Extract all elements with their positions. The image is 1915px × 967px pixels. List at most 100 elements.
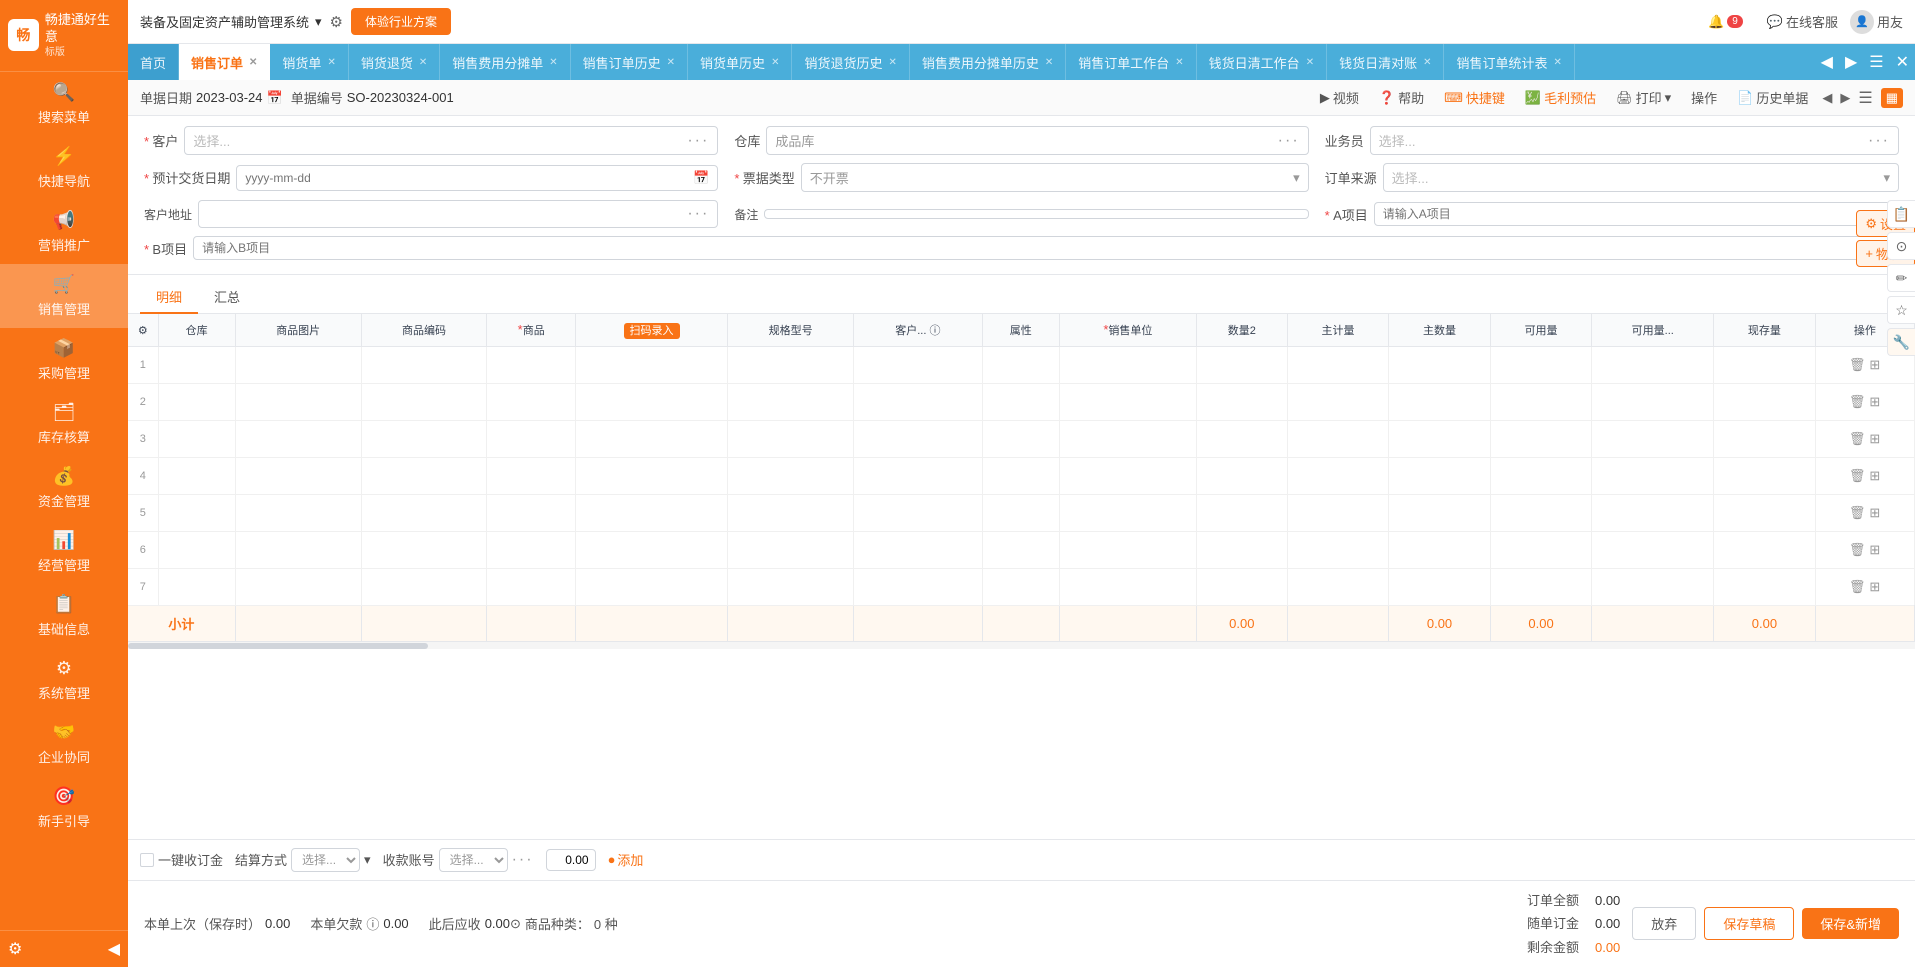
col-scan[interactable]: 扫码录入	[575, 314, 727, 347]
row-product[interactable]	[487, 347, 575, 384]
invoice-type-input[interactable]: 不开票 ▾	[801, 163, 1309, 192]
save-draft-btn[interactable]: 保存草稿	[1704, 907, 1794, 940]
customer-expand-icon[interactable]: ···	[687, 132, 709, 150]
tab-prev-icon[interactable]: ◀	[1815, 52, 1839, 72]
copy-icon[interactable]: ⊞	[1869, 357, 1880, 373]
tab-home[interactable]: 首页	[128, 44, 179, 80]
collapse-icon[interactable]: ◀	[108, 939, 120, 959]
scrollbar-thumb[interactable]	[128, 643, 428, 649]
sidebar-item-collab[interactable]: 🤝 企业协同	[0, 712, 128, 776]
help-btn[interactable]: ❓ 帮助	[1373, 86, 1430, 109]
add-deposit-btn[interactable]: ● 添加	[608, 850, 644, 869]
tab-close-icon[interactable]: ✕	[888, 57, 896, 68]
salesperson-expand-icon[interactable]: ···	[1868, 132, 1890, 150]
tab-sales-slip[interactable]: 销货单 ✕	[270, 44, 348, 80]
tab-summary[interactable]: 汇总	[198, 281, 256, 314]
shortcut-btn[interactable]: ⌨ 快捷键	[1438, 86, 1511, 109]
col-settings[interactable]: ⚙	[128, 314, 158, 347]
row-qty2[interactable]	[1196, 384, 1287, 421]
sidebar-item-sales[interactable]: 🛒 销售管理	[0, 264, 128, 328]
delete-icon[interactable]: 🗑	[1849, 357, 1866, 373]
settings-gear-icon[interactable]: ⚙	[8, 939, 22, 959]
tab-fee-split-history[interactable]: 销售费用分摊单历史 ✕	[910, 44, 1066, 80]
tab-sales-return-history[interactable]: 销货退货历史 ✕	[792, 44, 909, 80]
row-main-qty[interactable]	[1389, 347, 1491, 384]
delete-icon[interactable]: 🗑	[1849, 431, 1866, 447]
delete-icon[interactable]: 🗑	[1849, 468, 1866, 484]
copy-icon[interactable]: ⊞	[1869, 431, 1880, 447]
tab-more-icon[interactable]: ☰	[1863, 52, 1889, 72]
prev-record-icon[interactable]: ◀	[1822, 90, 1832, 106]
tab-close-all-icon[interactable]: ✕	[1890, 52, 1915, 72]
tab-close-icon[interactable]: ✕	[419, 57, 427, 68]
row-sales-unit[interactable]	[1059, 347, 1196, 384]
row-customer-code[interactable]	[854, 384, 983, 421]
copy-icon[interactable]: ⊞	[1869, 505, 1880, 521]
sidebar-item-guide[interactable]: 🎯 新手引导	[0, 776, 128, 840]
sidebar-item-search[interactable]: 🔍 搜索菜单	[0, 72, 128, 136]
warehouse-expand-icon[interactable]: ···	[1278, 132, 1300, 150]
copy-icon[interactable]: ⊞	[1869, 579, 1880, 595]
discard-btn[interactable]: 放弃	[1632, 907, 1696, 940]
order-source-dropdown-icon[interactable]: ▾	[1883, 170, 1890, 186]
print-btn[interactable]: 🖨 打印 ▾	[1610, 86, 1677, 109]
tab-close-icon[interactable]: ✕	[1306, 57, 1314, 68]
address-expand-icon[interactable]: ···	[687, 205, 709, 223]
row-attributes[interactable]	[982, 384, 1059, 421]
sidebar-item-finance[interactable]: 💰 资金管理	[0, 456, 128, 520]
payment-method-select[interactable]: 选择...	[291, 848, 360, 872]
tab-daily-workbench[interactable]: 钱货日清工作台 ✕	[1197, 44, 1327, 80]
row-warehouse[interactable]	[158, 384, 235, 421]
account-select[interactable]: 选择...	[439, 848, 508, 872]
online-service-btn[interactable]: 💬 在线客服	[1767, 12, 1838, 31]
sidebar-item-purchase[interactable]: 📦 采购管理	[0, 328, 128, 392]
calendar-icon[interactable]: 📅	[267, 90, 283, 106]
tab-close-icon[interactable]: ✕	[1423, 57, 1431, 68]
tab-sales-workbench[interactable]: 销售订单工作台 ✕	[1066, 44, 1196, 80]
tab-detail[interactable]: 明细	[140, 281, 198, 314]
sidebar-item-nav[interactable]: ⚡ 快捷导航	[0, 136, 128, 200]
view-btn[interactable]: ▶ 视频	[1314, 86, 1365, 109]
side-action-4[interactable]: ☆	[1887, 296, 1915, 324]
settings-icon[interactable]: ⚙	[330, 13, 343, 31]
sidebar-item-marketing[interactable]: 📢 营销推广	[0, 200, 128, 264]
tab-close-icon[interactable]: ✕	[1045, 57, 1053, 68]
order-source-input[interactable]: 选择... ▾	[1383, 163, 1899, 192]
notification-area[interactable]: 🔔 9	[1708, 14, 1743, 30]
account-expand-icon[interactable]: ···	[512, 851, 534, 869]
tab-daily-reconcile[interactable]: 钱货日清对账 ✕	[1327, 44, 1444, 80]
side-action-1[interactable]: 📋	[1887, 200, 1915, 228]
row-qty2[interactable]	[1196, 347, 1287, 384]
sidebar-item-operations[interactable]: 📊 经营管理	[0, 520, 128, 584]
profit-btn[interactable]: 💹 毛利预估	[1519, 86, 1602, 109]
row-attributes[interactable]	[982, 347, 1059, 384]
side-action-2[interactable]: ⊙	[1887, 232, 1915, 260]
scrollbar-area[interactable]	[128, 641, 1915, 649]
invoice-dropdown-icon[interactable]: ▾	[1293, 170, 1300, 186]
sidebar-item-system[interactable]: ⚙ 系统管理	[0, 648, 128, 712]
tab-close-icon[interactable]: ✕	[1554, 57, 1562, 68]
copy-icon[interactable]: ⊞	[1869, 468, 1880, 484]
delete-icon[interactable]: 🗑	[1849, 505, 1866, 521]
tab-sales-order[interactable]: 销售订单 ✕	[179, 44, 270, 80]
delivery-date-text[interactable]	[245, 171, 693, 185]
project-b-input[interactable]	[193, 236, 1899, 260]
user-avatar[interactable]: 👤 用友	[1850, 10, 1903, 34]
project-a-text[interactable]	[1383, 207, 1890, 221]
row-product[interactable]	[487, 384, 575, 421]
history-btn[interactable]: 📄 历史单据	[1731, 86, 1814, 109]
project-b-text[interactable]	[202, 241, 1890, 255]
tab-close-icon[interactable]: ✕	[771, 57, 779, 68]
tab-sales-fee-split[interactable]: 销售费用分摊单 ✕	[440, 44, 570, 80]
warehouse-input[interactable]: 成品库 ···	[766, 126, 1308, 155]
copy-icon[interactable]: ⊞	[1869, 394, 1880, 410]
side-action-5[interactable]: 🔧	[1887, 328, 1915, 356]
row-sales-unit[interactable]	[1059, 384, 1196, 421]
delete-icon[interactable]: 🗑	[1849, 394, 1866, 410]
delete-icon[interactable]: 🗑	[1849, 579, 1866, 595]
industry-btn[interactable]: 体验行业方案	[351, 8, 451, 35]
customer-input[interactable]: 选择... ···	[184, 126, 718, 155]
tab-sales-order-history[interactable]: 销售订单历史 ✕	[571, 44, 688, 80]
remarks-input[interactable]	[764, 209, 1308, 219]
tab-close-icon[interactable]: ✕	[249, 57, 257, 68]
